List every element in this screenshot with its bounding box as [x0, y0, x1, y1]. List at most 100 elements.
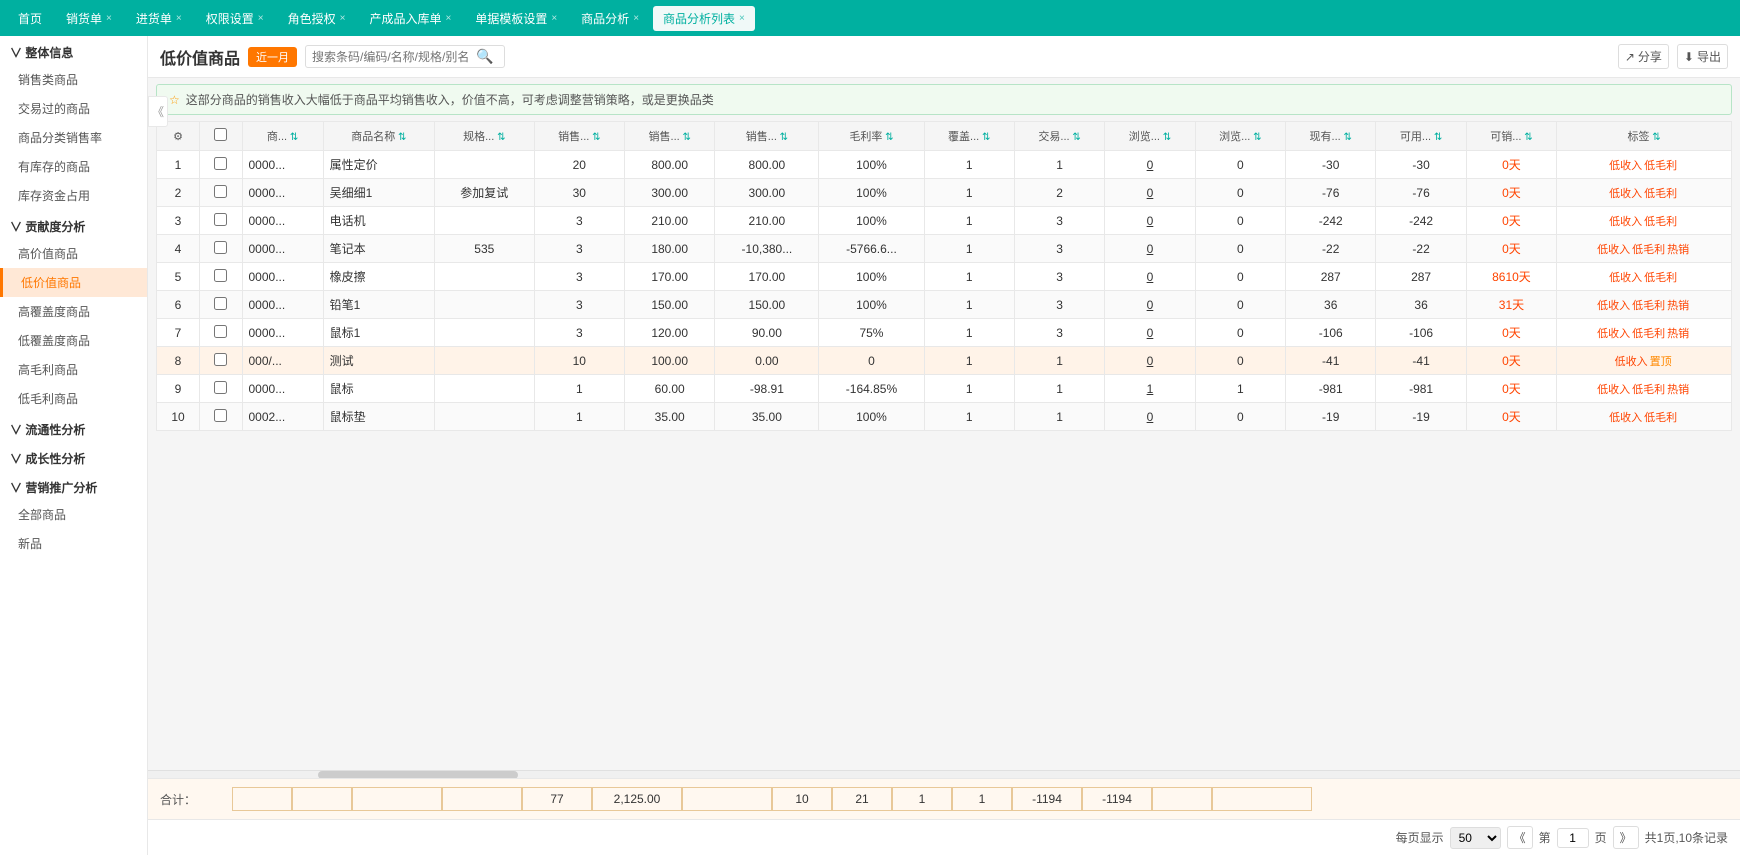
nav-permissions[interactable]: 权限设置 ×: [196, 6, 274, 31]
sidebar-group-overall[interactable]: ∨ 整体信息: [0, 36, 147, 65]
row-checkbox[interactable]: [200, 319, 242, 347]
table-container[interactable]: ⚙ 商... ⇅ 商品名称 ⇅ 规格... ⇅ 销售... ⇅ 销售... ⇅ …: [148, 121, 1740, 770]
sidebar-item-new-goods[interactable]: 新品: [0, 529, 147, 558]
row-check[interactable]: [214, 381, 227, 394]
row-col7[interactable]: 0: [1105, 347, 1195, 375]
col-sales1[interactable]: 销售... ⇅: [534, 122, 624, 151]
nav-goods-analysis[interactable]: 商品分析 ×: [571, 6, 649, 31]
sidebar-item-low-value[interactable]: 低价值商品: [0, 268, 147, 297]
row-checkbox[interactable]: [200, 235, 242, 263]
sidebar-item-stock-goods[interactable]: 有库存的商品: [0, 152, 147, 181]
sidebar-item-traded-goods[interactable]: 交易过的商品: [0, 94, 147, 123]
row-check[interactable]: [214, 157, 227, 170]
row-check[interactable]: [214, 269, 227, 282]
nav-purchase[interactable]: 进货单 ×: [126, 6, 192, 31]
nav-sales[interactable]: 销货单 ×: [56, 6, 122, 31]
select-all-checkbox[interactable]: [214, 128, 227, 141]
row-col7[interactable]: 1: [1105, 375, 1195, 403]
row-col7[interactable]: 0: [1105, 403, 1195, 431]
nav-goods-list[interactable]: 商品分析列表 ×: [653, 6, 755, 31]
col-checkbox[interactable]: [200, 122, 242, 151]
sidebar-item-category-sales[interactable]: 商品分类销售率: [0, 123, 147, 152]
col-code[interactable]: 商... ⇅: [242, 122, 323, 151]
sidebar-group-contribution[interactable]: ∨ 贡献度分析: [0, 210, 147, 239]
row-checkbox[interactable]: [200, 291, 242, 319]
search-icon[interactable]: 🔍: [476, 48, 493, 65]
row-checkbox[interactable]: [200, 347, 242, 375]
nav-permissions-close[interactable]: ×: [258, 13, 264, 24]
row-checkbox[interactable]: [200, 179, 242, 207]
sidebar-group-liquidity[interactable]: ∨ 流通性分析: [0, 413, 147, 442]
nav-sales-close[interactable]: ×: [106, 13, 112, 24]
sidebar-item-low-coverage[interactable]: 低覆盖度商品: [0, 326, 147, 355]
nav-home[interactable]: 首页: [8, 6, 52, 31]
table-row: 7 0000... 鼠标1 3 120.00 90.00 75% 1 3 0 0…: [157, 319, 1732, 347]
sidebar-item-high-value[interactable]: 高价值商品: [0, 239, 147, 268]
sidebar-group-growth[interactable]: ∨ 成长性分析: [0, 442, 147, 471]
page-number-input[interactable]: [1557, 828, 1589, 848]
row-spec: [434, 403, 534, 431]
row-checkbox[interactable]: [200, 207, 242, 235]
row-col7[interactable]: 0: [1105, 263, 1195, 291]
period-button[interactable]: 近一月: [248, 47, 297, 67]
col-name[interactable]: 商品名称 ⇅: [323, 122, 434, 151]
col-coverage[interactable]: 覆盖... ⇅: [924, 122, 1014, 151]
col-tags[interactable]: 标签 ⇅: [1557, 122, 1732, 151]
row-col1: 3: [534, 319, 624, 347]
nav-goods-list-close[interactable]: ×: [739, 13, 745, 24]
row-check[interactable]: [214, 241, 227, 254]
nav-roles[interactable]: 角色授权 ×: [278, 6, 356, 31]
col-sales3[interactable]: 销售... ⇅: [715, 122, 819, 151]
row-check[interactable]: [214, 409, 227, 422]
next-page-btn[interactable]: 》: [1613, 826, 1639, 849]
row-col7[interactable]: 0: [1105, 319, 1195, 347]
row-col1: 10: [534, 347, 624, 375]
sidebar-item-all-goods[interactable]: 全部商品: [0, 500, 147, 529]
first-page-btn[interactable]: 《: [1507, 826, 1533, 849]
sidebar-group-marketing[interactable]: ∨ 营销推广分析: [0, 471, 147, 500]
col-spec[interactable]: 规格... ⇅: [434, 122, 534, 151]
row-check[interactable]: [214, 325, 227, 338]
row-checkbox[interactable]: [200, 151, 242, 179]
row-col7[interactable]: 0: [1105, 151, 1195, 179]
nav-production[interactable]: 产成品入库单 ×: [359, 6, 461, 31]
nav-production-close[interactable]: ×: [445, 13, 451, 24]
row-check[interactable]: [214, 213, 227, 226]
col-saleable[interactable]: 可销... ⇅: [1466, 122, 1556, 151]
row-checkbox[interactable]: [200, 375, 242, 403]
nav-template[interactable]: 单据模板设置 ×: [465, 6, 567, 31]
nav-goods-analysis-close[interactable]: ×: [633, 13, 639, 24]
sidebar-item-high-coverage[interactable]: 高覆盖度商品: [0, 297, 147, 326]
row-col7[interactable]: 0: [1105, 291, 1195, 319]
col-available[interactable]: 可用... ⇅: [1376, 122, 1466, 151]
export-button[interactable]: ⬇ 导出: [1677, 44, 1728, 69]
sidebar-item-low-margin[interactable]: 低毛利商品: [0, 384, 147, 413]
sidebar-item-high-margin[interactable]: 高毛利商品: [0, 355, 147, 384]
nav-template-close[interactable]: ×: [551, 13, 557, 24]
row-col7[interactable]: 0: [1105, 207, 1195, 235]
col-margin[interactable]: 毛利率 ⇅: [819, 122, 924, 151]
sidebar-item-stock-funds[interactable]: 库存资金占用: [0, 181, 147, 210]
row-checkbox[interactable]: [200, 263, 242, 291]
row-check[interactable]: [214, 353, 227, 366]
row-checkbox[interactable]: [200, 403, 242, 431]
col-browse2[interactable]: 浏览... ⇅: [1195, 122, 1285, 151]
nav-purchase-close[interactable]: ×: [176, 13, 182, 24]
col-trade[interactable]: 交易... ⇅: [1014, 122, 1104, 151]
page-size-select[interactable]: 50 100 200: [1450, 827, 1501, 849]
col-browse1[interactable]: 浏览... ⇅: [1105, 122, 1195, 151]
col-stock[interactable]: 现有... ⇅: [1286, 122, 1376, 151]
row-check[interactable]: [214, 297, 227, 310]
col-sales2[interactable]: 销售... ⇅: [625, 122, 715, 151]
sidebar-collapse-btn[interactable]: 《: [148, 96, 168, 127]
share-button[interactable]: ↗ 分享: [1618, 44, 1669, 69]
row-check[interactable]: [214, 185, 227, 198]
nav-roles-close[interactable]: ×: [340, 13, 346, 24]
horizontal-scrollbar[interactable]: [148, 770, 1740, 778]
row-col7[interactable]: 0: [1105, 179, 1195, 207]
row-col5: 1: [924, 347, 1014, 375]
search-input[interactable]: [312, 50, 472, 64]
row-col7[interactable]: 0: [1105, 235, 1195, 263]
sidebar-item-sales-goods[interactable]: 销售类商品: [0, 65, 147, 94]
row-code: 0000...: [242, 291, 323, 319]
